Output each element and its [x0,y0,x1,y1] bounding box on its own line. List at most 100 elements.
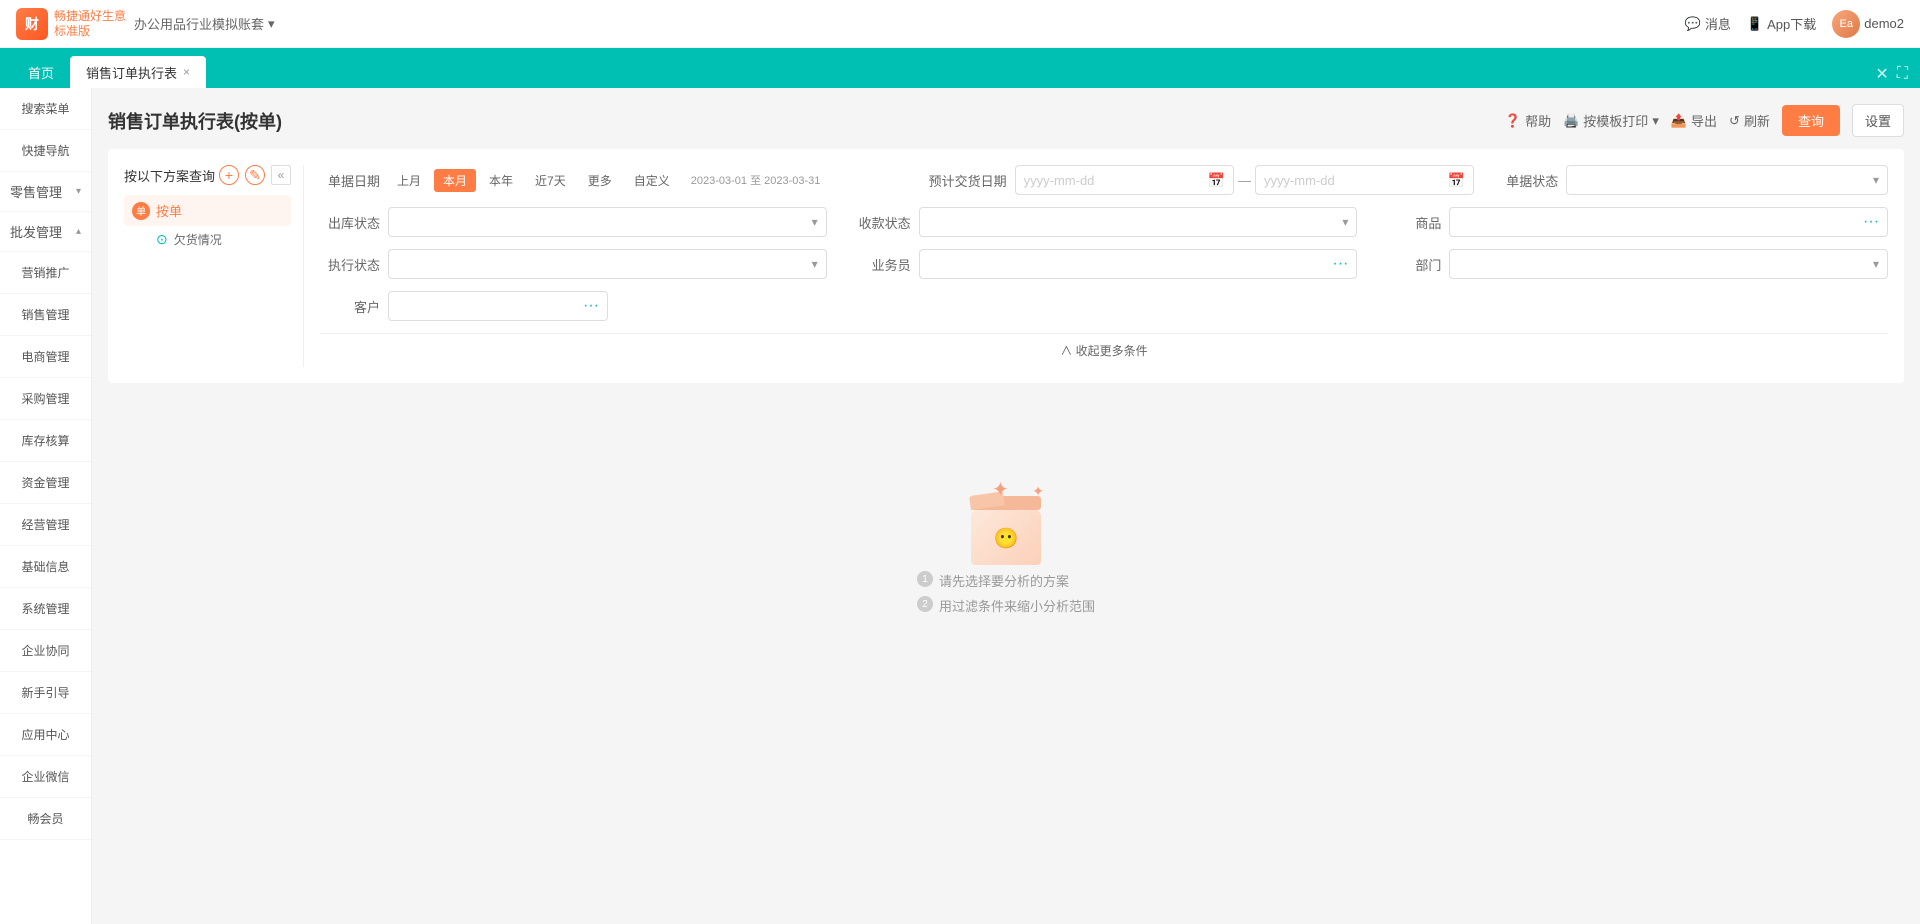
sidebar-item-system[interactable]: 系统管理 [0,588,91,630]
industry-selector[interactable]: 办公用品行业模拟账套 ▾ [134,14,275,33]
empty-state: ✦ ✦ 😶 1 请先选择要分析的方案 2 用过滤条件来缩小分析范围 [108,395,1904,701]
sidebar-search-menu[interactable]: 搜索菜单 [0,88,91,130]
salesperson-select[interactable]: ··· [919,249,1358,279]
chevron-down-icon: ▾ [1342,215,1348,229]
delivery-date-end[interactable]: yyyy-mm-dd 📅 [1255,165,1474,195]
goods-label: 商品 [1381,213,1441,232]
help-button[interactable]: ❓ 帮助 [1505,111,1551,130]
top-bar-right: 💬 消息 📱 App下载 Ea demo2 [1685,10,1904,38]
scheme-item-single[interactable]: 单 按单 [124,195,291,226]
scheme-collapse-button[interactable]: « [271,165,291,185]
settings-button[interactable]: 设置 [1852,104,1904,137]
more-btn[interactable]: 更多 [579,169,621,192]
sidebar-quick-nav[interactable]: 快捷导航 [0,130,91,172]
step-number-1: 1 [917,571,933,587]
scheme-sub-icon: ⊙ [156,231,168,248]
window-close-button[interactable]: ✕ [1875,64,1888,84]
collapse-bar[interactable]: ∧ 收起更多条件 [320,333,1888,367]
chevron-down-icon: ▾ [812,257,818,271]
logo-text: 畅捷通好生意 标准版 [54,9,126,38]
date-range-input: yyyy-mm-dd 📅 — yyyy-mm-dd 📅 [1015,165,1475,195]
collection-status-group: 收款状态 ▾ [851,207,1358,237]
user-menu[interactable]: Ea demo2 [1832,10,1904,38]
scheme-item-icon: 单 [132,202,150,220]
sidebar-item-operations[interactable]: 经营管理 [0,504,91,546]
sidebar-item-enterprise[interactable]: 企业协同 [0,630,91,672]
single-date-label: 单据日期 [320,171,380,190]
window-expand-button[interactable]: ⛶ [1897,65,1908,83]
sidebar: 搜索菜单 快捷导航 零售管理 ▾ 批发管理 ▴ 营销推广 销售管理 电商管理 采… [0,88,92,924]
filter-row-3: 执行状态 ▾ 业务员 ··· [320,249,1888,279]
sidebar-item-wholesale[interactable]: 批发管理 ▴ [0,212,91,252]
goods-more-icon[interactable]: ··· [1863,213,1879,231]
sidebar-item-inventory[interactable]: 库存核算 [0,420,91,462]
export-icon: 📤 [1671,113,1687,129]
last-month-btn[interactable]: 上月 [388,169,430,192]
app-icon: 📱 [1747,16,1763,32]
salesperson-group: 业务员 ··· [851,249,1358,279]
customer-select[interactable]: ··· [388,291,608,321]
execution-status-select[interactable]: ▾ [388,249,827,279]
empty-step-1: 1 请先选择要分析的方案 [917,571,1095,590]
scheme-add-button[interactable]: + [219,165,239,185]
collection-status-select[interactable]: ▾ [919,207,1358,237]
tab-sales-order[interactable]: 销售订单执行表 × [70,56,206,88]
export-button[interactable]: 📤 导出 [1671,111,1717,130]
single-status-select[interactable]: ▾ [1566,165,1888,195]
tab-home[interactable]: 首页 [12,56,70,88]
customer-label: 客户 [320,297,380,316]
sidebar-item-ecommerce[interactable]: 电商管理 [0,336,91,378]
last-7-days-btn[interactable]: 近7天 [526,169,575,192]
filter-body: 按以下方案查询 + ✎ « 单 按单 ⊙ 欠货情况 [124,165,1888,367]
sidebar-item-guide[interactable]: 新手引导 [0,672,91,714]
tab-close-icon[interactable]: × [183,65,190,79]
empty-step-2: 2 用过滤条件来缩小分析范围 [917,596,1095,615]
top-bar: 财 畅捷通好生意 标准版 办公用品行业模拟账套 ▾ 💬 消息 📱 App下载 E… [0,0,1920,48]
step-number-2: 2 [917,596,933,612]
collection-status-label: 收款状态 [851,213,911,232]
delivery-status-group: 出库状态 ▾ [320,207,827,237]
sidebar-item-sales[interactable]: 销售管理 [0,294,91,336]
avatar: Ea [1832,10,1860,38]
customer-more-icon[interactable]: ··· [583,297,599,315]
sidebar-item-apps[interactable]: 应用中心 [0,714,91,756]
this-year-btn[interactable]: 本年 [480,169,522,192]
refresh-button[interactable]: ↺ 刷新 [1729,111,1770,130]
sidebar-item-member[interactable]: 畅会员 [0,798,91,840]
delivery-date-start[interactable]: yyyy-mm-dd 📅 [1015,165,1234,195]
delivery-status-label: 出库状态 [320,213,380,232]
delivery-status-select[interactable]: ▾ [388,207,827,237]
salesperson-more-icon[interactable]: ··· [1332,255,1348,273]
single-date-group: 单据日期 上月 本月 本年 近7天 更多 自定义 2023-03-01 至 20… [320,169,905,192]
filter-row-4: 客户 ··· [320,291,1888,321]
salesperson-label: 业务员 [851,255,911,274]
filter-form: 单据日期 上月 本月 本年 近7天 更多 自定义 2023-03-01 至 20… [304,165,1888,367]
scheme-sub-item-debt[interactable]: ⊙ 欠货情况 [124,226,291,253]
chevron-down-icon: ▾ [812,215,818,229]
page-actions: ❓ 帮助 🖨️ 按模板打印 ▾ 📤 导出 ↺ 刷新 查询 [1505,104,1904,137]
sidebar-item-retail[interactable]: 零售管理 ▾ [0,172,91,212]
empty-illustration: ✦ ✦ 😶 [956,475,1056,555]
scheme-edit-button[interactable]: ✎ [245,165,265,185]
messages-button[interactable]: 💬 消息 [1685,14,1731,33]
filter-row-1: 单据日期 上月 本月 本年 近7天 更多 自定义 2023-03-01 至 20… [320,165,1888,195]
app-download-button[interactable]: 📱 App下载 [1747,14,1816,33]
scheme-panel: 按以下方案查询 + ✎ « 单 按单 ⊙ 欠货情况 [124,165,304,367]
goods-select[interactable]: ··· [1449,207,1888,237]
sidebar-item-marketing[interactable]: 营销推广 [0,252,91,294]
sidebar-item-basic-info[interactable]: 基础信息 [0,546,91,588]
sidebar-item-finance[interactable]: 资金管理 [0,462,91,504]
help-icon: ❓ [1505,113,1521,129]
department-select[interactable]: ▾ [1449,249,1888,279]
nav-tabs: 首页 销售订单执行表 × ✕ ⛶ [0,48,1920,88]
custom-btn[interactable]: 自定义 [625,169,679,192]
sidebar-item-purchase[interactable]: 采购管理 [0,378,91,420]
calendar-icon-2: 📅 [1448,172,1465,189]
department-group: 部门 ▾ [1381,249,1888,279]
this-month-btn[interactable]: 本月 [434,169,476,192]
query-button[interactable]: 查询 [1782,105,1840,136]
filter-row-2: 出库状态 ▾ 收款状态 ▾ [320,207,1888,237]
sidebar-item-wechat[interactable]: 企业微信 [0,756,91,798]
main-content: 销售订单执行表(按单) ❓ 帮助 🖨️ 按模板打印 ▾ 📤 导出 ↺ 刷新 [92,88,1920,924]
print-template-button[interactable]: 🖨️ 按模板打印 ▾ [1563,111,1659,130]
